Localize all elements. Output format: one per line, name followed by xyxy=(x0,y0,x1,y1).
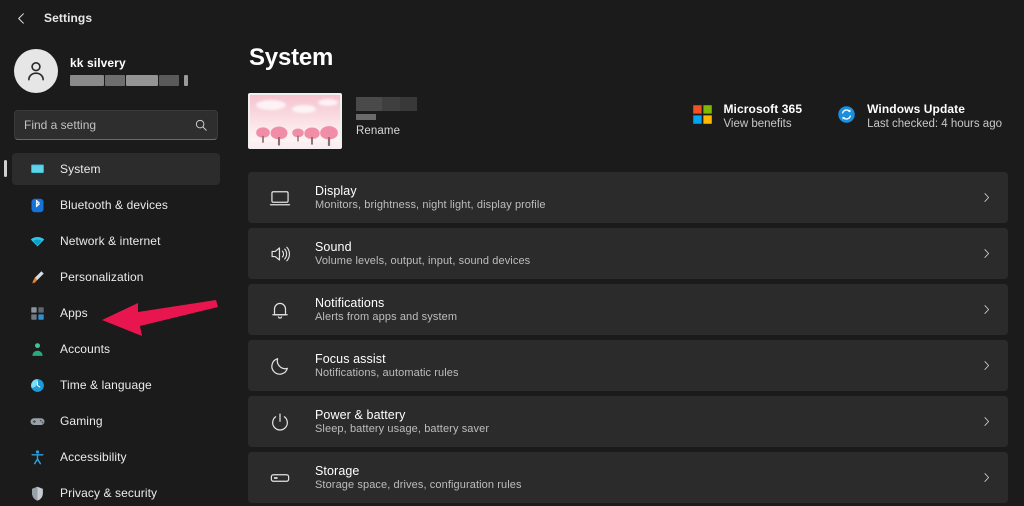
speaker-icon xyxy=(268,242,292,266)
settings-row[interactable]: Storage Storage space, drives, configurat… xyxy=(248,452,1008,503)
sidebar-item-label: Personalization xyxy=(60,270,144,284)
sidebar-item-label: Accessibility xyxy=(60,450,127,464)
chevron-right-icon[interactable] xyxy=(978,246,994,262)
sidebar-item-network-internet[interactable]: Network & internet xyxy=(12,225,220,257)
moon-icon xyxy=(268,354,292,378)
search-box[interactable] xyxy=(14,110,218,140)
top-right-info: Microsoft 365 View benefits Windows Update… xyxy=(692,102,1002,130)
sidebar-item-bluetooth-devices[interactable]: Bluetooth & devices xyxy=(12,189,220,221)
account-text: kk silvery xyxy=(70,56,188,86)
settings-row-title: Sound xyxy=(315,240,352,254)
sidebar-item-privacy-security[interactable]: Privacy & security xyxy=(12,477,220,506)
sidebar-item-label: Privacy & security xyxy=(60,486,158,500)
search-input[interactable] xyxy=(24,118,194,132)
sidebar-item-label: Accounts xyxy=(60,342,111,356)
main-content: System Rename Microsoft 365 View benefit… xyxy=(232,36,1024,506)
sidebar-item-accessibility[interactable]: Accessibility xyxy=(12,441,220,473)
person-avatar-icon xyxy=(23,58,49,84)
back-button[interactable] xyxy=(6,5,36,31)
chevron-right-icon[interactable] xyxy=(978,358,994,374)
pc-meta: Rename xyxy=(356,93,417,137)
sidebar-item-accounts[interactable]: Accounts xyxy=(12,333,220,365)
apps-grid-icon xyxy=(28,304,46,322)
rename-button[interactable]: Rename xyxy=(356,125,417,137)
monitor-icon xyxy=(28,160,46,178)
account-name: kk silvery xyxy=(70,55,126,70)
clock-globe-icon xyxy=(28,376,46,394)
settings-row-title: Display xyxy=(315,184,357,198)
settings-row-subtitle: Notifications, automatic rules xyxy=(315,367,459,379)
page-title: System xyxy=(249,44,334,71)
top-right-title: Microsoft 365 xyxy=(723,102,803,116)
sidebar-item-system[interactable]: System xyxy=(4,153,220,185)
wifi-icon xyxy=(28,232,46,250)
sidebar-item-time-language[interactable]: Time & language xyxy=(12,369,220,401)
sidebar-item-label: Time & language xyxy=(60,378,152,392)
sidebar-item-label: Bluetooth & devices xyxy=(60,198,168,212)
drive-icon xyxy=(268,466,292,490)
pc-header: Rename xyxy=(248,93,417,149)
sidebar-item-label: Gaming xyxy=(60,414,103,428)
sidebar: kk silvery System Bluetooth & devices Netw… xyxy=(0,36,232,506)
chevron-right-icon[interactable] xyxy=(978,302,994,318)
display-monitor-icon xyxy=(268,186,292,210)
chevron-right-icon[interactable] xyxy=(978,190,994,206)
settings-row-subtitle: Storage space, drives, configuration rul… xyxy=(315,479,522,491)
chevron-right-icon[interactable] xyxy=(978,470,994,486)
sidebar-item-personalization[interactable]: Personalization xyxy=(12,261,220,293)
settings-row-subtitle: Monitors, brightness, night light, displ… xyxy=(315,199,546,211)
settings-row-title: Focus assist xyxy=(315,352,386,366)
settings-row-subtitle: Volume levels, output, input, sound devi… xyxy=(315,255,531,267)
settings-rows: Display Monitors, brightness, night light… xyxy=(248,172,1008,506)
top-right-subtitle[interactable]: Last checked: 4 hours ago xyxy=(867,118,1002,130)
settings-row-title: Storage xyxy=(315,464,360,478)
sidebar-item-apps[interactable]: Apps xyxy=(12,297,220,329)
microsoft-logo-icon xyxy=(692,104,714,126)
paintbrush-icon xyxy=(28,268,46,286)
sidebar-nav: System Bluetooth & devices Network & inter… xyxy=(0,153,232,506)
settings-row[interactable]: Display Monitors, brightness, night light… xyxy=(248,172,1008,223)
top-right-microsoft-365[interactable]: Microsoft 365 View benefits xyxy=(692,102,802,130)
settings-row[interactable]: Focus assist Notifications, automatic rul… xyxy=(248,340,1008,391)
bluetooth-icon xyxy=(28,196,46,214)
settings-row-title: Notifications xyxy=(315,296,385,310)
app-title: Settings xyxy=(44,11,93,25)
sidebar-item-label: Apps xyxy=(60,306,88,320)
settings-row[interactable]: Power & battery Sleep, battery usage, bat… xyxy=(248,396,1008,447)
top-right-title: Windows Update xyxy=(867,102,966,116)
shield-icon xyxy=(28,484,46,502)
avatar xyxy=(14,48,58,93)
pc-name-redacted xyxy=(356,97,417,120)
top-right-subtitle[interactable]: View benefits xyxy=(723,118,802,130)
arrow-left-icon xyxy=(14,11,29,26)
titlebar: Settings xyxy=(0,0,1024,36)
settings-row-title: Power & battery xyxy=(315,408,406,422)
gamepad-icon xyxy=(28,412,46,430)
account-email-redacted xyxy=(70,74,188,86)
account-block[interactable]: kk silvery xyxy=(0,36,232,98)
sidebar-item-gaming[interactable]: Gaming xyxy=(12,405,220,437)
top-right-windows-update[interactable]: Windows Update Last checked: 4 hours ago xyxy=(836,102,1002,130)
bell-icon xyxy=(268,298,292,322)
power-icon xyxy=(268,410,292,434)
wallpaper-thumbnail xyxy=(248,93,342,149)
settings-row-subtitle: Sleep, battery usage, battery saver xyxy=(315,423,490,435)
accessibility-icon xyxy=(28,448,46,466)
settings-window: Settings kk silvery Find a setting Syste… xyxy=(0,0,1024,506)
sidebar-item-label: Network & internet xyxy=(60,234,161,248)
settings-row[interactable]: Sound Volume levels, output, input, sound… xyxy=(248,228,1008,279)
sync-circle-icon xyxy=(836,104,858,126)
settings-row[interactable]: Notifications Alerts from apps and system xyxy=(248,284,1008,335)
person-icon xyxy=(28,340,46,358)
sidebar-item-label: System xyxy=(60,162,101,176)
chevron-right-icon[interactable] xyxy=(978,414,994,430)
settings-row-subtitle: Alerts from apps and system xyxy=(315,311,458,323)
search-icon[interactable] xyxy=(194,118,208,132)
